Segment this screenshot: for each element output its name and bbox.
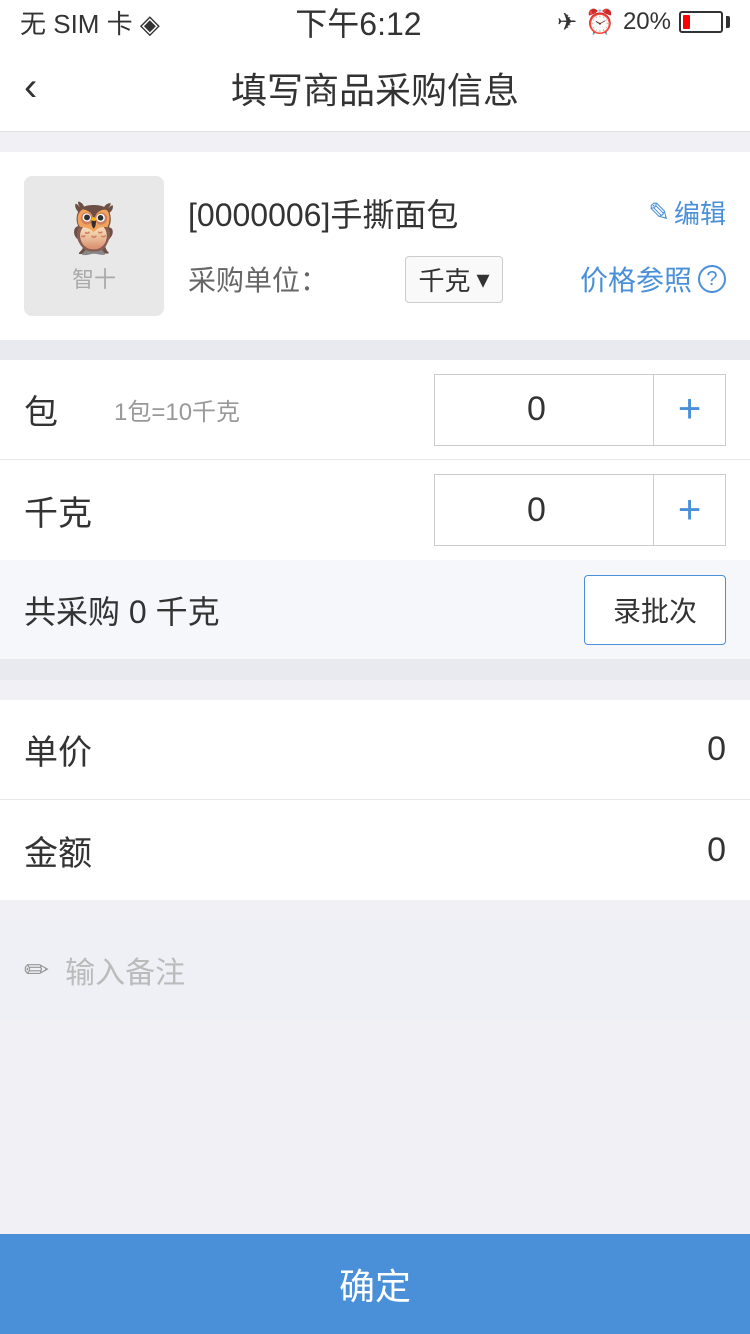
section-separator-1	[0, 340, 750, 360]
product-owl-icon: 🦉	[63, 199, 125, 258]
total-unit-value: 千克	[156, 594, 220, 630]
total-prefix: 共采购	[24, 594, 120, 630]
product-card: 🦉 智十 [0000006]手撕面包 ✎ 编辑 采购单位： 千克 ▾ 价格参照 …	[0, 152, 750, 340]
unit-select[interactable]: 千克 ▾	[405, 256, 502, 303]
status-signal: 无 SIM 卡 ◈	[20, 4, 160, 41]
price-section: 单价 0 金额 0	[0, 700, 750, 900]
unit-price-value: 0	[707, 730, 726, 769]
total-text: 共采购 0 千克	[24, 587, 584, 633]
unit-price-label: 单价	[24, 725, 707, 774]
help-icon: ?	[698, 265, 726, 293]
kg-plus-button[interactable]: +	[654, 474, 726, 546]
nav-bar: ‹ 填写商品采购信息	[0, 44, 750, 132]
amount-value: 0	[707, 831, 726, 870]
notes-placeholder: 输入备注	[65, 948, 185, 992]
batch-button[interactable]: 录批次	[584, 575, 726, 645]
confirm-button[interactable]: 确定	[339, 1258, 411, 1310]
kg-input-control: +	[434, 474, 726, 546]
bag-plus-button[interactable]: +	[654, 374, 726, 446]
unit-price-row: 单价 0	[0, 700, 750, 800]
amount-label: 金额	[24, 826, 707, 875]
battery-percent: 20%	[623, 8, 671, 36]
product-info: [0000006]手撕面包 ✎ 编辑 采购单位： 千克 ▾ 价格参照 ?	[188, 190, 726, 303]
unit-value: 千克	[418, 261, 470, 298]
confirm-bar[interactable]: 确定	[0, 1234, 750, 1334]
bag-input-control: +	[434, 374, 726, 446]
total-amount-value: 0	[129, 594, 147, 630]
status-right: ✈ ⏰ 20%	[557, 8, 730, 37]
price-ref-label: 价格参照	[580, 259, 692, 299]
bag-label: 包	[24, 385, 104, 434]
status-time: 下午6:12	[295, 0, 421, 45]
input-section: 包 1包=10千克 + 千克 +	[0, 360, 750, 560]
back-button[interactable]: ‹	[24, 65, 37, 110]
alarm-icon: ⏰	[585, 8, 615, 37]
pencil-icon: ✏	[24, 953, 49, 988]
product-name: [0000006]手撕面包	[188, 190, 458, 236]
status-bar: 无 SIM 卡 ◈ 下午6:12 ✈ ⏰ 20%	[0, 0, 750, 44]
product-image: 🦉 智十	[24, 176, 164, 316]
section-separator-2	[0, 660, 750, 680]
bag-sub-label: 1包=10千克	[114, 392, 434, 427]
edit-icon: ✎	[648, 197, 670, 228]
kg-input-row: 千克 +	[0, 460, 750, 560]
battery-icon	[679, 11, 730, 33]
product-unit-row: 采购单位： 千克 ▾ 价格参照 ?	[188, 256, 726, 303]
kg-label: 千克	[24, 486, 104, 535]
chevron-down-icon: ▾	[476, 264, 489, 295]
edit-label: 编辑	[674, 194, 726, 231]
edit-button[interactable]: ✎ 编辑	[648, 194, 726, 231]
notes-section[interactable]: ✏ 输入备注	[0, 920, 750, 1020]
page-title: 填写商品采购信息	[231, 62, 519, 114]
product-name-row: [0000006]手撕面包 ✎ 编辑	[188, 190, 726, 236]
location-icon: ✈	[557, 8, 577, 37]
kg-number-input[interactable]	[434, 474, 654, 546]
main-content: 🦉 智十 [0000006]手撕面包 ✎ 编辑 采购单位： 千克 ▾ 价格参照 …	[0, 152, 750, 1120]
price-ref-button[interactable]: 价格参照 ?	[580, 259, 726, 299]
bag-number-input[interactable]	[434, 374, 654, 446]
unit-label: 采购单位：	[188, 259, 328, 299]
total-row: 共采购 0 千克 录批次	[0, 560, 750, 660]
amount-row: 金额 0	[0, 800, 750, 900]
product-image-label: 智十	[72, 262, 116, 294]
bag-input-row: 包 1包=10千克 +	[0, 360, 750, 460]
